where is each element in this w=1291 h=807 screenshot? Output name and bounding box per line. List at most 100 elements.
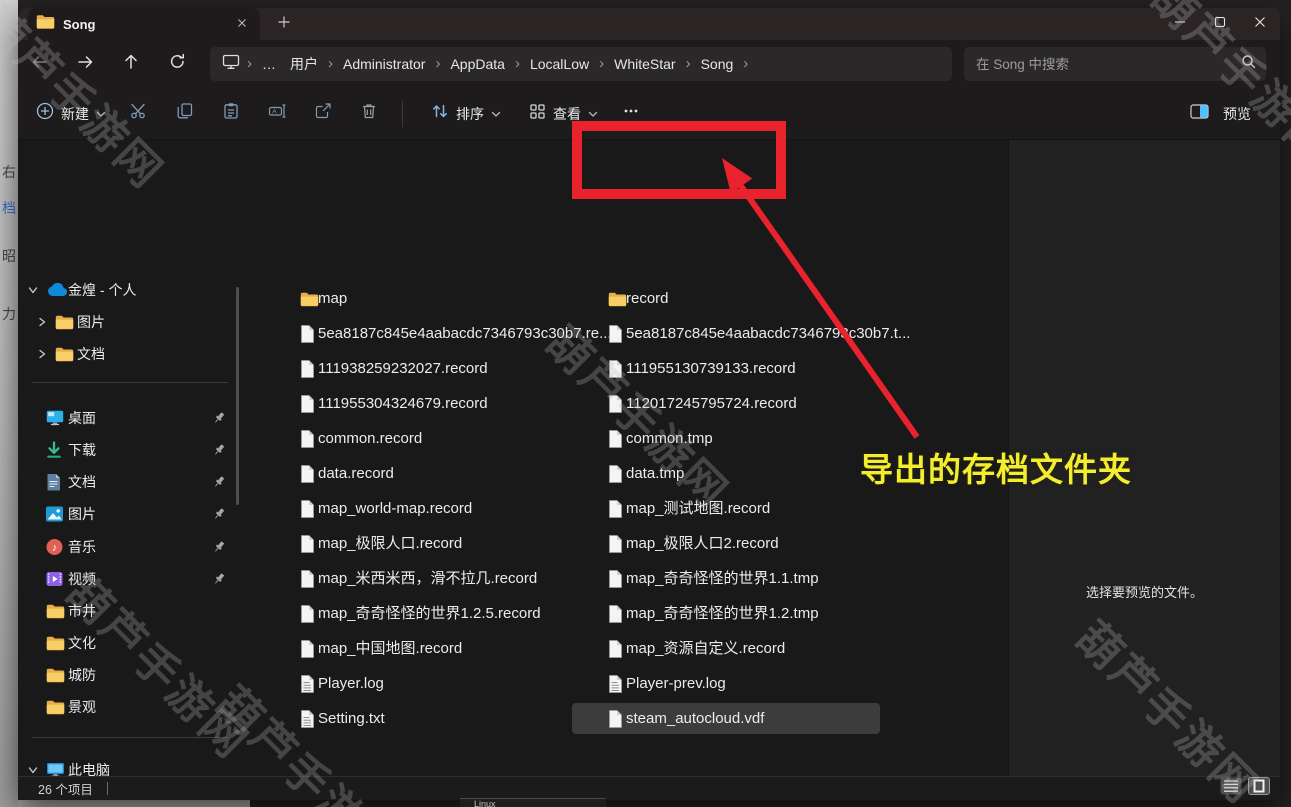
folder-item[interactable]: record (572, 283, 880, 314)
up-button[interactable] (114, 47, 148, 81)
sidebar-item-download[interactable]: 下载 (22, 435, 236, 465)
file-name: map_测试地图.record (626, 493, 770, 524)
file-item[interactable]: map_奇奇怪怪的世界1.1.tmp (572, 563, 880, 594)
tab-close-button[interactable] (232, 14, 252, 34)
pin-icon (212, 540, 226, 554)
preview-toggle[interactable]: 预览 (1190, 104, 1258, 124)
refresh-button[interactable] (160, 47, 194, 81)
minimize-button[interactable] (1160, 8, 1200, 40)
file-name: map_中国地图.record (318, 633, 462, 664)
file-item[interactable]: common.tmp (572, 423, 880, 454)
search-box[interactable] (964, 47, 1266, 81)
sidebar-item-pictures[interactable]: 图片 (22, 499, 236, 529)
win-close-icon (1254, 15, 1266, 33)
sidebar-item-document[interactable]: 文档 (22, 467, 236, 497)
sidebar-item-folder[interactable]: 文档 (22, 339, 236, 369)
breadcrumb[interactable]: ›…用户›Administrator›AppData›LocalLow›Whit… (210, 47, 952, 81)
file-item[interactable]: map_测试地图.record (572, 493, 880, 524)
new-tab-button[interactable] (270, 12, 298, 36)
sidebar-item-music[interactable]: ♪音乐 (22, 532, 236, 562)
sidebar-item-desktop[interactable]: 桌面 (22, 403, 236, 433)
file-icon (300, 359, 315, 378)
breadcrumb-item[interactable]: LocalLow (523, 53, 596, 75)
breadcrumb-item[interactable]: 用户 (283, 51, 325, 77)
file-item[interactable]: map_极限人口.record (292, 528, 564, 559)
file-item[interactable]: 111938259232027.record (292, 353, 564, 384)
sidebar-item-folder[interactable]: 文化 (22, 628, 236, 658)
file-item[interactable]: 111955304324679.record (292, 388, 564, 419)
navigation-bar: ›…用户›Administrator›AppData›LocalLow›Whit… (18, 40, 1280, 88)
chevron-down-icon (491, 105, 501, 123)
close-button[interactable] (1240, 8, 1280, 40)
file-item[interactable]: steam_autocloud.vdf (572, 703, 880, 734)
file-item[interactable]: Setting.txt (292, 703, 564, 734)
file-item[interactable]: map_极限人口2.record (572, 528, 880, 559)
breadcrumb-item[interactable]: Administrator (336, 53, 432, 75)
sidebar-item-folder[interactable]: 图片 (22, 307, 236, 337)
file-item[interactable]: data.record (292, 458, 564, 489)
file-item[interactable]: 111955130739133.record (572, 353, 880, 384)
details-view-icon[interactable] (1220, 777, 1242, 800)
file-item[interactable]: 5ea8187c845e4aabacdc7346793c30b7.t... (572, 318, 880, 349)
sidebar-item-label: 图片 (77, 307, 105, 337)
rename-button[interactable]: A (254, 96, 300, 132)
pin-icon (212, 411, 226, 425)
file-item[interactable]: Player.log (292, 668, 564, 699)
file-item[interactable]: map_奇奇怪怪的世界1.2.tmp (572, 598, 880, 629)
file-icon (608, 639, 623, 658)
file-item[interactable]: map_米西米西，滑不拉几.record (292, 563, 564, 594)
sidebar-item-folder[interactable]: 城防 (22, 660, 236, 690)
file-icon (300, 394, 315, 413)
sidebar-item-label: 图片 (68, 499, 96, 529)
tab-song[interactable]: Song (28, 8, 260, 40)
file-name: common.tmp (626, 423, 713, 454)
file-item[interactable]: 112017245795724.record (572, 388, 880, 419)
share-button[interactable] (300, 96, 346, 132)
file-icon (300, 499, 315, 518)
sidebar-scrollbar[interactable] (236, 287, 239, 505)
large-icons-view-icon[interactable] (1248, 777, 1270, 800)
file-item[interactable]: Player-prev.log (572, 668, 880, 699)
view-button[interactable]: 查看 (519, 97, 608, 131)
file-item[interactable]: data.tmp (572, 458, 880, 489)
file-item[interactable]: 5ea8187c845e4aabacdc7346793c30b7.re... (292, 318, 564, 349)
delete-button[interactable] (346, 96, 392, 132)
sidebar-item-label: 文档 (77, 339, 105, 369)
sidebar-divider (32, 382, 228, 383)
file-name: Player-prev.log (626, 668, 726, 699)
sidebar-item-video[interactable]: 视频 (22, 564, 236, 594)
file-item[interactable]: map_资源自定义.record (572, 633, 880, 664)
toolbar-separator (402, 101, 403, 127)
new-button[interactable]: 新建 (26, 96, 116, 131)
sidebar-item-folder[interactable]: 市井 (22, 596, 236, 626)
paste-button[interactable] (208, 96, 254, 132)
more-options-button[interactable] (608, 96, 654, 132)
breadcrumb-item[interactable]: WhiteStar (607, 53, 682, 75)
screen: 右档昭力 Linux Song ›…用户›Administrator (0, 0, 1291, 807)
file-icon (300, 639, 315, 658)
file-item[interactable]: map_中国地图.record (292, 633, 564, 664)
tab-close-icon (237, 15, 247, 33)
forward-button[interactable] (68, 47, 102, 81)
file-item[interactable]: common.record (292, 423, 564, 454)
copy-button[interactable] (162, 96, 208, 132)
folder-item[interactable]: map (292, 283, 564, 314)
breadcrumb-item[interactable]: Song (694, 53, 741, 75)
chevron-down-icon (28, 285, 38, 295)
sidebar-item-onedrive[interactable]: 金煌 - 个人 (22, 275, 236, 305)
file-item[interactable]: map_world-map.record (292, 493, 564, 524)
maximize-button[interactable] (1200, 8, 1240, 40)
sort-button[interactable]: 排序 (421, 97, 511, 130)
breadcrumb-item[interactable]: AppData (443, 53, 511, 75)
file-item[interactable]: map_奇奇怪怪的世界1.2.5.record (292, 598, 564, 629)
file-icon (300, 534, 315, 553)
sidebar-item-label: 视频 (68, 564, 96, 594)
sidebar-item-folder[interactable]: 景观 (22, 692, 236, 722)
breadcrumb-overflow[interactable]: … (255, 53, 283, 75)
view-grid-icon (529, 103, 546, 125)
search-input[interactable] (974, 56, 1241, 73)
back-button[interactable] (22, 47, 56, 81)
file-name: map (318, 283, 347, 314)
cut-button[interactable] (116, 96, 162, 132)
svg-text:A: A (272, 109, 277, 116)
